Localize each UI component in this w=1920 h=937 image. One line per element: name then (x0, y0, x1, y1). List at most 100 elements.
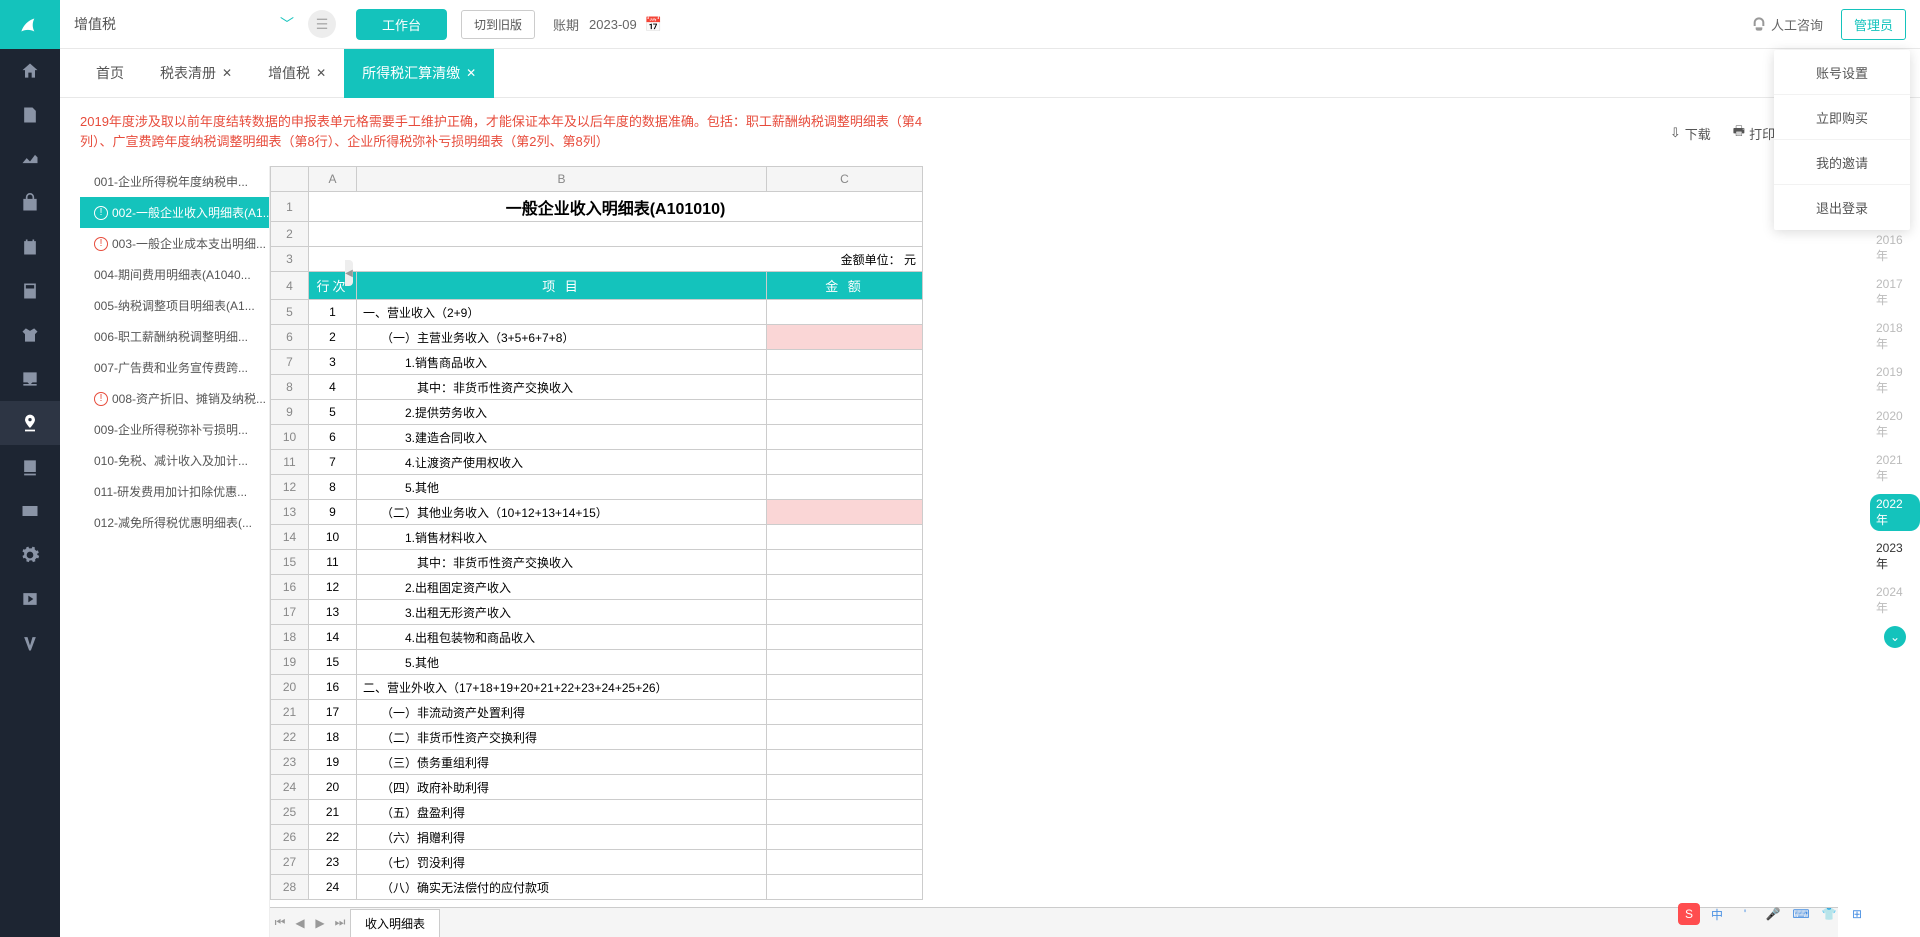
nav-tax-icon[interactable] (0, 401, 60, 445)
table-row[interactable]: 2218（二）非货币性资产交换利得 (271, 725, 923, 750)
table-row[interactable]: 16122.出租固定资产收入 (271, 575, 923, 600)
page-tab[interactable]: 所得税汇算清缴✕ (344, 49, 494, 98)
form-list-item[interactable]: 007-广告费和业务宣传费跨... (80, 352, 269, 383)
content-area: 2019年度涉及取以前年度结转数据的申报表单元格需要手工维护正确，才能保证本年及… (60, 98, 1854, 937)
table-row[interactable]: 14101.销售材料收入 (271, 525, 923, 550)
close-icon[interactable]: ✕ (316, 66, 326, 80)
nav-v-icon[interactable] (0, 621, 60, 665)
form-list-item[interactable]: 010-免税、减计收入及加计... (80, 445, 269, 476)
nav-bag-icon[interactable] (0, 181, 60, 225)
year-item[interactable]: 2020年 (1870, 406, 1920, 443)
nav-chart-icon[interactable] (0, 137, 60, 181)
app-logo[interactable] (0, 0, 60, 49)
table-row[interactable]: 2723（七）罚没利得 (271, 850, 923, 875)
form-list-item[interactable]: 005-纳税调整项目明细表(A1... (80, 290, 269, 321)
year-item[interactable]: 2019年 (1870, 362, 1920, 399)
table-row[interactable]: 17133.出租无形资产收入 (271, 600, 923, 625)
download-button[interactable]: ⇩ 下载 (1670, 122, 1711, 144)
year-item[interactable]: 2017年 (1870, 274, 1920, 311)
spreadsheet: ABC1一般企业收入明细表(A101010)23金额单位： 元4行次项 目金 额… (270, 166, 1838, 937)
usermenu-item[interactable]: 退出登录 (1774, 185, 1910, 230)
nav-doc-icon[interactable] (0, 93, 60, 137)
nav-mail-icon[interactable] (0, 489, 60, 533)
table-row[interactable]: 2824（八）确实无法偿付的应付款项 (271, 875, 923, 900)
sheet-prev-icon[interactable]: ◀ (290, 916, 310, 930)
sheet-tab-active[interactable]: 收入明细表 (350, 909, 440, 937)
close-icon[interactable]: ✕ (222, 66, 232, 80)
form-list-item[interactable]: 009-企业所得税弥补亏损明... (80, 414, 269, 445)
form-list-item[interactable]: 001-企业所得税年度纳税申... (80, 166, 269, 197)
table-row[interactable]: 2622（六）捐赠利得 (271, 825, 923, 850)
page-tab[interactable]: 首页 (78, 49, 142, 98)
nav-inbox-icon[interactable] (0, 357, 60, 401)
table-row[interactable]: 952.提供劳务收入 (271, 400, 923, 425)
table-row[interactable]: 84其中：非货币性资产交换收入 (271, 375, 923, 400)
form-list-item[interactable]: !003-一般企业成本支出明细... (80, 228, 269, 259)
form-list-item[interactable]: !002-一般企业收入明细表(A1... (80, 197, 269, 228)
sheet-first-icon[interactable]: ⏮ (270, 915, 290, 930)
table-row[interactable]: 1511其中：非货币性资产交换收入 (271, 550, 923, 575)
note-icon[interactable]: ☰ (308, 10, 336, 38)
year-item[interactable]: 2018年 (1870, 318, 1920, 355)
ime-mic-icon[interactable]: 🎤 (1762, 903, 1784, 925)
ime-kb-icon[interactable]: ⌨ (1790, 903, 1812, 925)
form-list-item[interactable]: 012-减免所得税优惠明细表(... (80, 507, 269, 538)
nav-shirt-icon[interactable] (0, 313, 60, 357)
form-list-item[interactable]: 006-职工薪酬纳税调整明细... (80, 321, 269, 352)
table-row[interactable]: 2420（四）政府补助利得 (271, 775, 923, 800)
sheet-next-icon[interactable]: ▶ (310, 916, 330, 930)
form-list-item[interactable]: 004-期间费用明细表(A1040... (80, 259, 269, 290)
admin-button[interactable]: 管理员 (1841, 9, 1906, 40)
table-row[interactable]: 2521（五）盘盈利得 (271, 800, 923, 825)
period-value[interactable]: 2023-09 (589, 17, 637, 32)
ime-cn-icon[interactable]: 中 (1706, 903, 1728, 925)
nav-video-icon[interactable] (0, 577, 60, 621)
year-item[interactable]: 2023年 (1870, 538, 1920, 575)
form-list-item[interactable]: 011-研发费用加计扣除优惠... (80, 476, 269, 507)
nav-calc-icon[interactable] (0, 269, 60, 313)
table-row[interactable]: 19155.其他 (271, 650, 923, 675)
ime-bar: S 中 ' 🎤 ⌨ 👕 ⊞ (1678, 903, 1868, 925)
page-tab[interactable]: 增值税✕ (250, 49, 344, 98)
workspace-button[interactable]: 工作台 (356, 9, 447, 40)
usermenu-item[interactable]: 账号设置 (1774, 50, 1910, 95)
usermenu-item[interactable]: 立即购买 (1774, 95, 1910, 140)
customer-service[interactable]: 人工咨询 (1751, 15, 1823, 34)
close-icon[interactable]: ✕ (466, 66, 476, 80)
calendar-icon[interactable]: 📅 (645, 16, 662, 33)
table-row[interactable]: 139（二）其他业务收入（10+12+13+14+15） (271, 500, 923, 525)
print-button[interactable]: 🖶 打印 (1733, 122, 1775, 144)
year-item[interactable]: 2024年 (1870, 582, 1920, 619)
sheet-last-icon[interactable]: ⏭ (330, 915, 350, 930)
table-row[interactable]: 1174.让渡资产使用权收入 (271, 450, 923, 475)
table-row[interactable]: 1285.其他 (271, 475, 923, 500)
switch-old-button[interactable]: 切到旧版 (461, 10, 535, 39)
collapse-handle[interactable]: ◀ (345, 260, 353, 286)
nav-gear-icon[interactable] (0, 533, 60, 577)
table-row[interactable]: 62（一）主营业务收入（3+5+6+7+8） (271, 325, 923, 350)
table-row[interactable]: 1063.建造合同收入 (271, 425, 923, 450)
year-more-icon[interactable]: ⌄ (1884, 626, 1906, 648)
table-row[interactable]: 2117（一）非流动资产处置利得 (271, 700, 923, 725)
usermenu-item[interactable]: 我的邀请 (1774, 140, 1910, 185)
nav-home-icon[interactable] (0, 49, 60, 93)
table-row[interactable]: 2016二、营业外收入（17+18+19+20+21+22+23+24+25+2… (271, 675, 923, 700)
data-grid[interactable]: ABC1一般企业收入明细表(A101010)23金额单位： 元4行次项 目金 额… (270, 166, 923, 900)
module-selector[interactable]: 增值税﹀ (74, 14, 294, 34)
table-row[interactable]: 51一、营业收入（2+9） (271, 300, 923, 325)
year-item[interactable]: 2016年 (1870, 230, 1920, 267)
ime-logo-icon[interactable]: S (1678, 903, 1700, 925)
ime-grid-icon[interactable]: ⊞ (1846, 903, 1868, 925)
form-list-item[interactable]: !008-资产折旧、摊销及纳税... (80, 383, 269, 414)
table-row[interactable]: 2319（三）债务重组利得 (271, 750, 923, 775)
table-row[interactable]: 18144.出租包装物和商品收入 (271, 625, 923, 650)
year-item[interactable]: 2021年 (1870, 450, 1920, 487)
nav-export-icon[interactable] (0, 445, 60, 489)
year-item[interactable]: 2022年 (1870, 494, 1920, 531)
module-label: 增值税 (74, 14, 116, 34)
table-row[interactable]: 731.销售商品收入 (271, 350, 923, 375)
nav-clip-icon[interactable] (0, 225, 60, 269)
page-tab[interactable]: 税表清册✕ (142, 49, 250, 98)
ime-punct-icon[interactable]: ' (1734, 903, 1756, 925)
ime-skin-icon[interactable]: 👕 (1818, 903, 1840, 925)
